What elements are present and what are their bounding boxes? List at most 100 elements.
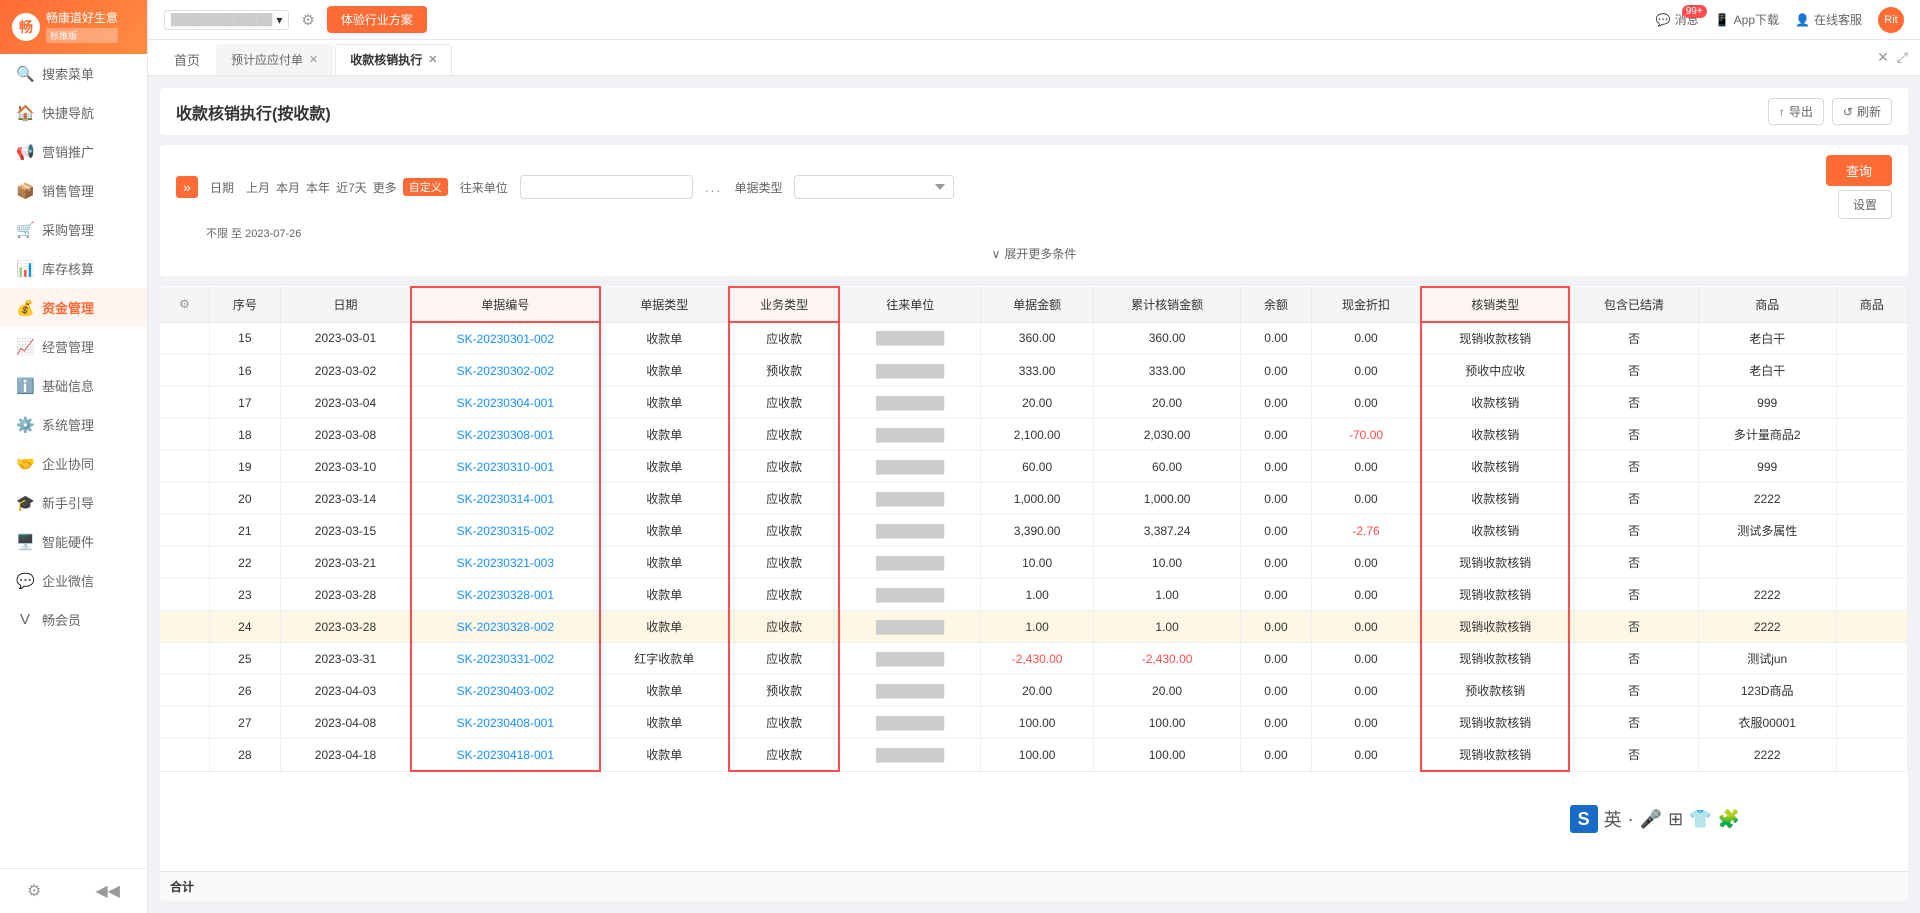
doc-no-link[interactable]: SK-20230302-002 bbox=[457, 364, 554, 378]
date-custom-btn[interactable]: 自定义 bbox=[403, 178, 448, 196]
home-tab-label: 首页 bbox=[174, 50, 200, 69]
doc-no-link[interactable]: SK-20230304-001 bbox=[457, 396, 554, 410]
td-biz-type: 应收款 bbox=[729, 611, 839, 643]
doc-no-link[interactable]: SK-20230314-001 bbox=[457, 492, 554, 506]
sidebar-collapse-btn[interactable]: ◀◀ bbox=[87, 877, 128, 905]
filter-area: » 日期 上月 本月 本年 近7天 更多 自定义 往来单位 ... 单据类型 bbox=[160, 145, 1908, 276]
td-cancel-type: 现销收款核销 bbox=[1421, 322, 1569, 355]
top-header: █████████████ ▾ ⚙ 体验行业方案 💬 消息 99+ 📱 App下… bbox=[148, 0, 1920, 40]
sidebar-item-guide[interactable]: 🎓 新手引导 bbox=[0, 483, 147, 522]
app-download-label: App下载 bbox=[1734, 11, 1779, 28]
date-this-month[interactable]: 本月 bbox=[276, 179, 300, 196]
tab-expand-icon[interactable]: ⤢ bbox=[1897, 49, 1908, 66]
user-avatar[interactable]: Rit bbox=[1878, 7, 1904, 33]
td-goods: 测试多属性 bbox=[1698, 515, 1836, 547]
td-settings bbox=[160, 643, 209, 675]
tab-pending[interactable]: 预计应应付单 ✕ bbox=[216, 44, 333, 75]
td-biz-type: 应收款 bbox=[729, 547, 839, 579]
tab-close-all-icon[interactable]: ✕ bbox=[1877, 49, 1889, 66]
td-date: 2023-03-14 bbox=[280, 483, 411, 515]
sidebar-footer: ⚙ ◀◀ bbox=[0, 868, 147, 913]
td-num: 27 bbox=[209, 707, 280, 739]
filter-toggle-btn[interactable]: » bbox=[176, 176, 198, 198]
td-goods: 999 bbox=[1698, 451, 1836, 483]
filter-settings-button[interactable]: 设置 bbox=[1838, 190, 1892, 219]
breadcrumb-dropdown[interactable]: █████████████ ▾ bbox=[164, 10, 289, 30]
date-more[interactable]: 更多 bbox=[373, 179, 397, 196]
sidebar-item-finance[interactable]: 💰 资金管理 bbox=[0, 288, 147, 327]
export-button[interactable]: ↑ 导出 bbox=[1768, 98, 1824, 125]
td-discount: 0.00 bbox=[1311, 739, 1421, 772]
sidebar-item-marketing[interactable]: 📢 营销推广 bbox=[0, 132, 147, 171]
td-doc-no: SK-20230310-001 bbox=[411, 451, 599, 483]
td-cancel-type: 现销收款核销 bbox=[1421, 739, 1569, 772]
sidebar-item-wechat[interactable]: 💬 企业微信 bbox=[0, 561, 147, 600]
sidebar-item-search[interactable]: 🔍 搜索菜单 bbox=[0, 54, 147, 93]
sidebar-item-system[interactable]: ⚙️ 系统管理 bbox=[0, 405, 147, 444]
solution-button[interactable]: 体验行业方案 bbox=[327, 6, 427, 33]
table-row: 20 2023-03-14 SK-20230314-001 收款单 应收款 ██… bbox=[160, 483, 1908, 515]
tab-close-icon[interactable]: ✕ bbox=[309, 53, 318, 66]
td-doc-no: SK-20230308-001 bbox=[411, 419, 599, 451]
table-row: 19 2023-03-10 SK-20230310-001 收款单 应收款 ██… bbox=[160, 451, 1908, 483]
doc-no-link[interactable]: SK-20230328-002 bbox=[457, 620, 554, 634]
doc-type-select[interactable] bbox=[794, 175, 954, 199]
counterparty-input[interactable] bbox=[520, 175, 693, 199]
sidebar-item-purchase[interactable]: 🛒 采购管理 bbox=[0, 210, 147, 249]
td-discount: 0.00 bbox=[1311, 579, 1421, 611]
app-download-item[interactable]: 📱 App下载 bbox=[1715, 11, 1779, 28]
date-7days[interactable]: 近7天 bbox=[336, 179, 367, 196]
doc-no-link[interactable]: SK-20230321-003 bbox=[457, 556, 554, 570]
tab-close-active-icon[interactable]: ✕ bbox=[428, 53, 437, 66]
table-row: 16 2023-03-02 SK-20230302-002 收款单 预收款 ██… bbox=[160, 355, 1908, 387]
th-settings[interactable]: ⚙ bbox=[160, 287, 209, 322]
settings-icon[interactable]: ⚙ bbox=[301, 11, 314, 29]
doc-no-link[interactable]: SK-20230328-001 bbox=[457, 588, 554, 602]
doc-no-link[interactable]: SK-20230315-002 bbox=[457, 524, 554, 538]
td-doc-type: 收款单 bbox=[600, 707, 729, 739]
sidebar-item-inventory[interactable]: 📊 库存核算 bbox=[0, 249, 147, 288]
td-biz-type: 应收款 bbox=[729, 515, 839, 547]
td-discount: 0.00 bbox=[1311, 322, 1421, 355]
date-last-month[interactable]: 上月 bbox=[246, 179, 270, 196]
sidebar-item-quicknav[interactable]: 🏠 快捷导航 bbox=[0, 93, 147, 132]
td-amount: 333.00 bbox=[981, 355, 1094, 387]
query-button[interactable]: 查询 bbox=[1826, 155, 1892, 186]
td-biz-type: 应收款 bbox=[729, 322, 839, 355]
sidebar-item-sales[interactable]: 📦 销售管理 bbox=[0, 171, 147, 210]
sidebar-item-operation[interactable]: 📈 经营管理 bbox=[0, 327, 147, 366]
td-counterparty: ████████ bbox=[839, 707, 980, 739]
sidebar-item-basic[interactable]: ℹ️ 基础信息 bbox=[0, 366, 147, 405]
messages-item[interactable]: 💬 消息 99+ bbox=[1656, 11, 1699, 28]
td-counterparty: ████████ bbox=[839, 483, 980, 515]
date-this-year[interactable]: 本年 bbox=[306, 179, 330, 196]
td-balance: 0.00 bbox=[1240, 387, 1311, 419]
marketing-icon: 📢 bbox=[16, 143, 34, 161]
th-amount: 单据金额 bbox=[981, 287, 1094, 322]
sidebar-item-hardware[interactable]: 🖥️ 智能硬件 bbox=[0, 522, 147, 561]
doc-no-link[interactable]: SK-20230310-001 bbox=[457, 460, 554, 474]
support-icon: 👤 bbox=[1795, 13, 1810, 27]
tab-home[interactable]: 首页 bbox=[160, 44, 214, 75]
doc-no-link[interactable]: SK-20230408-001 bbox=[457, 716, 554, 730]
td-cancel-type: 收款核销 bbox=[1421, 419, 1569, 451]
doc-no-link[interactable]: SK-20230418-001 bbox=[457, 748, 554, 762]
member-icon: V bbox=[16, 611, 34, 628]
refresh-button[interactable]: ↺ 刷新 bbox=[1832, 98, 1892, 125]
tab-receipt[interactable]: 收款核销执行 ✕ bbox=[335, 44, 452, 75]
td-amount: 20.00 bbox=[981, 675, 1094, 707]
expand-conditions-btn[interactable]: ∨ 展开更多条件 bbox=[992, 245, 1077, 262]
table-container[interactable]: ⚙ 序号 日期 单据编号 单据类型 业务类型 往来单位 单据金额 累计核销金额 … bbox=[160, 286, 1908, 871]
sidebar-item-member[interactable]: V 畅会员 bbox=[0, 600, 147, 639]
doc-no-link[interactable]: SK-20230308-001 bbox=[457, 428, 554, 442]
sidebar-settings-btn[interactable]: ⚙ bbox=[19, 877, 49, 905]
th-goods2: 商品 bbox=[1836, 287, 1907, 322]
td-num: 16 bbox=[209, 355, 280, 387]
doc-no-link[interactable]: SK-20230331-002 bbox=[457, 652, 554, 666]
td-goods2 bbox=[1836, 355, 1907, 387]
sidebar-item-cooperation[interactable]: 🤝 企业协同 bbox=[0, 444, 147, 483]
doc-no-link[interactable]: SK-20230403-002 bbox=[457, 684, 554, 698]
online-support-item[interactable]: 👤 在线客服 bbox=[1795, 11, 1862, 28]
doc-no-link[interactable]: SK-20230301-002 bbox=[457, 332, 554, 346]
tab-bar: 首页 预计应应付单 ✕ 收款核销执行 ✕ ✕ ⤢ bbox=[148, 40, 1920, 76]
